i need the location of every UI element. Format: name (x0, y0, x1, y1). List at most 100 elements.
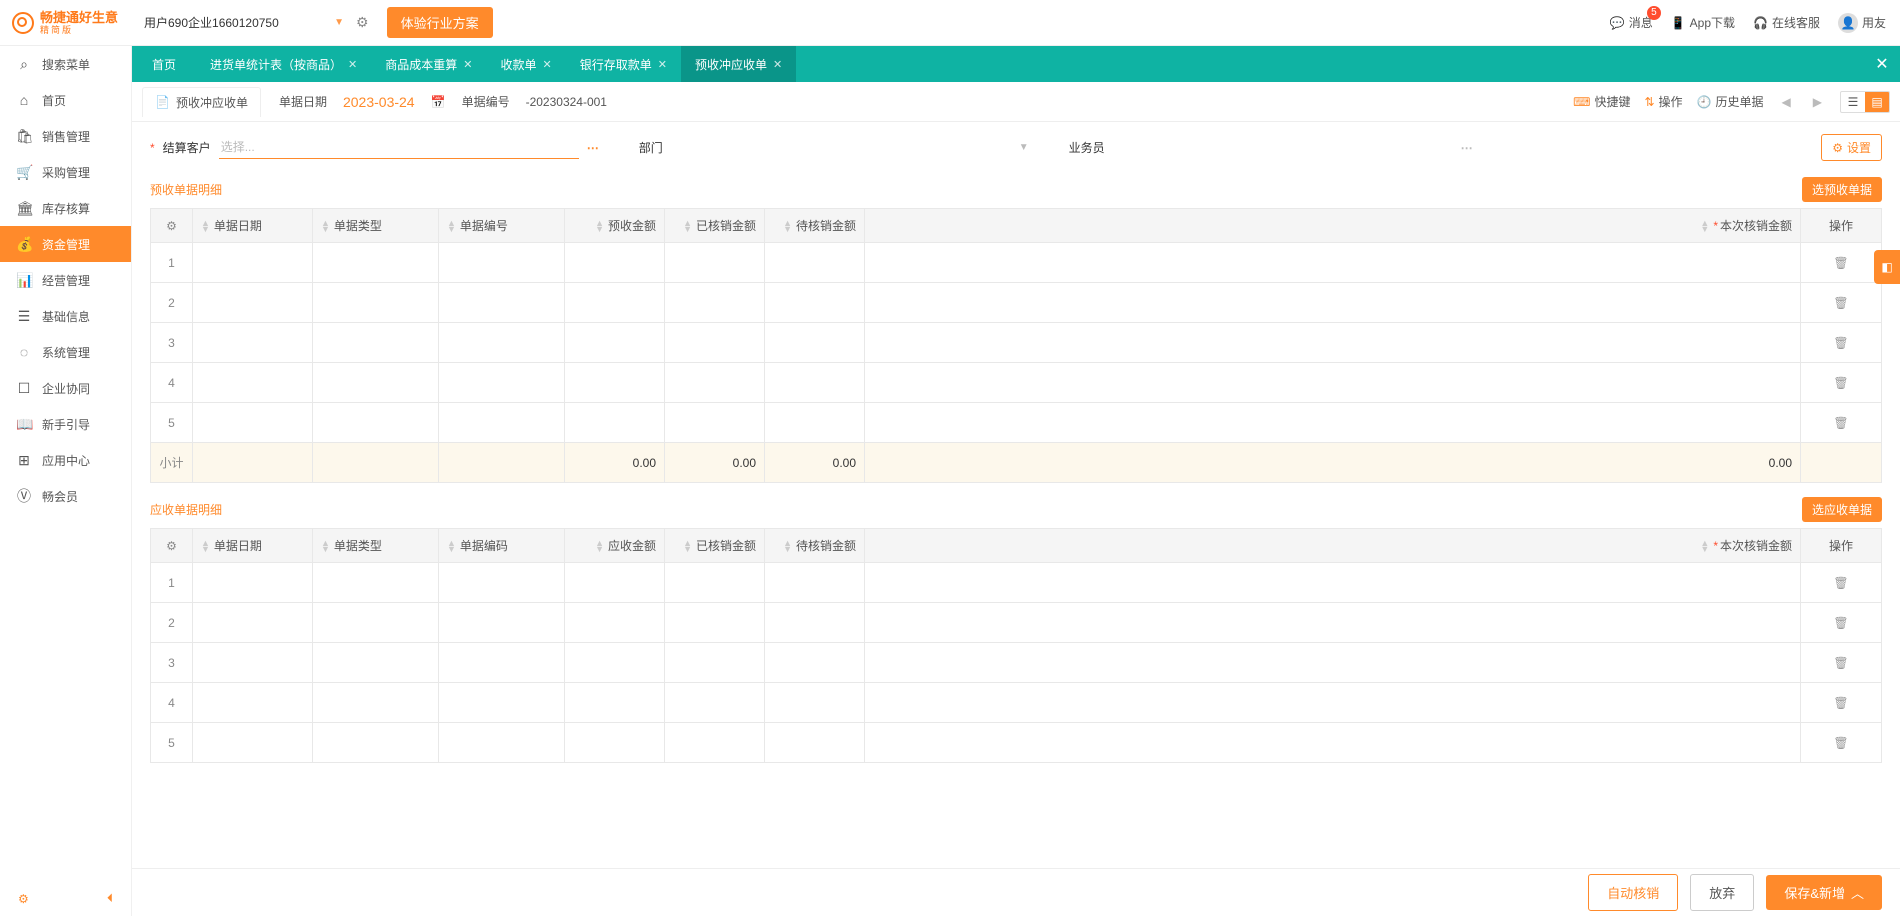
sort-icon[interactable]: ▲▼ (595, 540, 604, 552)
chevron-down-icon[interactable]: ▼ (1019, 142, 1029, 153)
select-prepay-button[interactable]: 选预收单据 (1802, 177, 1882, 202)
settings-button[interactable]: ⚙ 设置 (1821, 134, 1882, 161)
save-new-button[interactable]: 保存&新增 ︿ (1766, 875, 1882, 910)
sort-icon[interactable]: ▲▼ (447, 540, 456, 552)
history-button[interactable]: 🕘历史单据 (1697, 93, 1764, 110)
tab[interactable]: 商品成本重算✕ (371, 46, 486, 82)
table-row[interactable]: 3🗑 (151, 643, 1881, 683)
gear-icon[interactable]: ⚙ (18, 892, 29, 906)
try-plan-button[interactable]: 体验行业方案 (387, 7, 493, 38)
date-value[interactable]: 2023-03-24 (343, 94, 415, 110)
view-list[interactable]: ☰ (1841, 92, 1865, 112)
table-row[interactable]: 2🗑 (151, 283, 1881, 323)
sidebar-purchase[interactable]: 🛒采购管理 (0, 154, 131, 190)
dept-input[interactable] (671, 136, 1011, 159)
receivable-table: ⚙ ▲▼单据日期 ▲▼单据类型 ▲▼单据编码 ▲▼应收金额 ▲▼已核销金额 ▲▼… (150, 528, 1882, 763)
right-rail-toggle[interactable]: ◧ (1874, 250, 1900, 284)
sidebar-operations[interactable]: 📊经营管理 (0, 262, 131, 298)
docno-label: 单据编号 (462, 93, 510, 110)
sort-icon[interactable]: ▲▼ (201, 540, 210, 552)
sidebar-basic[interactable]: ☰基础信息 (0, 298, 131, 334)
nav-label: 搜索菜单 (42, 56, 90, 73)
operate-button[interactable]: ⇅操作 (1644, 93, 1682, 110)
table-row[interactable]: 5🗑 (151, 403, 1881, 443)
table-row[interactable]: 4🗑 (151, 363, 1881, 403)
sidebar-collab[interactable]: ☐企业协同 (0, 370, 131, 406)
sort-icon[interactable]: ▲▼ (783, 540, 792, 552)
sidebar-inventory[interactable]: 🏛库存核算 (0, 190, 131, 226)
gear-icon[interactable]: ⚙ (166, 219, 177, 233)
staff-lookup[interactable]: ⋯ (1461, 141, 1473, 155)
delete-icon[interactable]: 🗑 (1833, 376, 1848, 390)
auto-writeoff-button[interactable]: 自动核销 (1588, 874, 1678, 911)
sort-icon[interactable]: ▲▼ (201, 220, 210, 232)
sort-icon[interactable]: ▲▼ (683, 540, 692, 552)
next-doc[interactable]: ▶ (1809, 95, 1826, 109)
doc-tab[interactable]: 📄 预收冲应收单 (142, 87, 261, 117)
sidebar-system[interactable]: ◌系统管理 (0, 334, 131, 370)
nav-icon: 🛍 (16, 128, 32, 145)
calendar-icon[interactable]: 📅 (431, 95, 446, 109)
sidebar-sales[interactable]: 🛍销售管理 (0, 118, 131, 154)
delete-icon[interactable]: 🗑 (1833, 616, 1848, 630)
tab[interactable]: 首页 (132, 46, 196, 82)
sort-icon[interactable]: ▲▼ (683, 220, 692, 232)
nav-icon: ⌕ (16, 56, 32, 73)
sort-icon[interactable]: ▲▼ (321, 220, 330, 232)
staff-input[interactable] (1113, 136, 1453, 159)
table-row[interactable]: 2🗑 (151, 603, 1881, 643)
tab[interactable]: 收款单✕ (486, 46, 565, 82)
close-icon[interactable]: ✕ (348, 58, 357, 71)
sidebar-member[interactable]: Ⓥ畅会员 (0, 478, 131, 514)
tab[interactable]: 进货单统计表（按商品）✕ (196, 46, 371, 82)
delete-icon[interactable]: 🗑 (1833, 736, 1848, 750)
close-icon[interactable]: ✕ (543, 58, 552, 71)
sort-icon[interactable]: ▲▼ (595, 220, 604, 232)
enterprise-selector[interactable]: 用户690企业1660120750 ▼ (144, 14, 344, 31)
collapse-icon[interactable]: ⏴ (107, 891, 113, 906)
delete-icon[interactable]: 🗑 (1833, 696, 1848, 710)
messages-button[interactable]: 💬 消息 5 (1610, 14, 1653, 31)
delete-icon[interactable]: 🗑 (1833, 416, 1848, 430)
close-icon[interactable]: ✕ (658, 58, 667, 71)
delete-icon[interactable]: 🗑 (1833, 256, 1848, 270)
table-row[interactable]: 1🗑 (151, 563, 1881, 603)
delete-icon[interactable]: 🗑 (1833, 296, 1848, 310)
customer-lookup[interactable]: ⋯ (587, 141, 599, 155)
view-form[interactable]: ▤ (1865, 92, 1889, 112)
select-receivable-button[interactable]: 选应收单据 (1802, 497, 1882, 522)
delete-icon[interactable]: 🗑 (1833, 336, 1848, 350)
sort-icon[interactable]: ▲▼ (783, 220, 792, 232)
sort-icon[interactable]: ▲▼ (1700, 220, 1709, 232)
table-row[interactable]: 5🗑 (151, 723, 1881, 763)
prev-doc[interactable]: ◀ (1778, 95, 1795, 109)
sort-icon[interactable]: ▲▼ (447, 220, 456, 232)
sidebar-guide[interactable]: 📖新手引导 (0, 406, 131, 442)
sidebar-search[interactable]: ⌕ 搜索菜单 (0, 46, 131, 82)
gear-icon[interactable]: ⚙ (166, 539, 177, 553)
delete-icon[interactable]: 🗑 (1833, 576, 1848, 590)
user-menu[interactable]: 👤 用友 (1838, 13, 1886, 33)
sidebar-home[interactable]: ⌂首页 (0, 82, 131, 118)
sidebar-apps[interactable]: ⊞应用中心 (0, 442, 131, 478)
delete-icon[interactable]: 🗑 (1833, 656, 1848, 670)
sidebar-funds[interactable]: 💰资金管理 (0, 226, 131, 262)
tab[interactable]: 银行存取款单✕ (566, 46, 681, 82)
sort-icon[interactable]: ▲▼ (321, 540, 330, 552)
shortcut-button[interactable]: ⌨快捷键 (1573, 93, 1630, 110)
chevron-down-icon: ▼ (334, 17, 344, 28)
discard-button[interactable]: 放弃 (1690, 874, 1754, 911)
settings-icon[interactable]: ⚙ (356, 14, 369, 31)
sort-icon[interactable]: ▲▼ (1700, 540, 1709, 552)
customer-service-button[interactable]: 🎧 在线客服 (1753, 14, 1820, 31)
close-all-tabs[interactable]: ✕ (1864, 54, 1900, 74)
close-icon[interactable]: ✕ (773, 58, 782, 71)
app-download-button[interactable]: 📱 App下载 (1671, 14, 1735, 31)
customer-input[interactable] (219, 136, 579, 159)
section1-title: 预收单据明细 (150, 181, 222, 198)
table-row[interactable]: 1🗑 (151, 243, 1881, 283)
table-row[interactable]: 4🗑 (151, 683, 1881, 723)
table-row[interactable]: 3🗑 (151, 323, 1881, 363)
tab[interactable]: 预收冲应收单✕ (681, 46, 796, 82)
close-icon[interactable]: ✕ (463, 58, 472, 71)
